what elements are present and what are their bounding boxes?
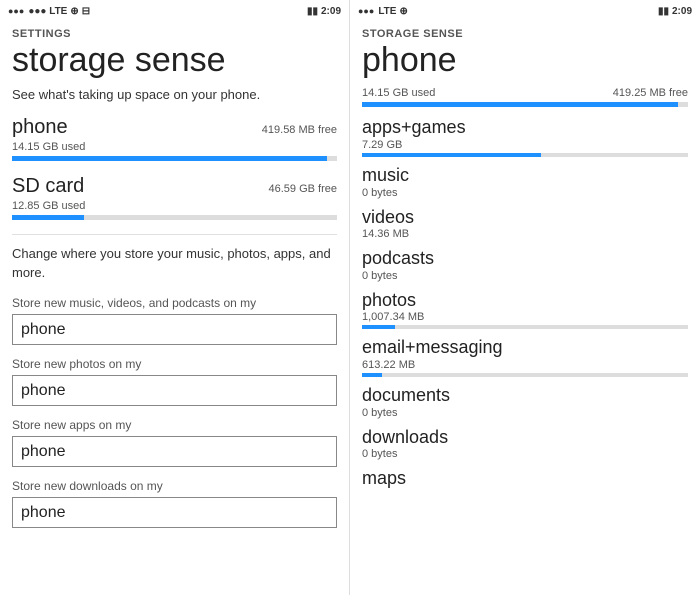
detail-item-name-2: videos bbox=[362, 207, 688, 229]
time-right: 2:09 bbox=[672, 6, 692, 17]
store-label-downloads: Store new downloads on my bbox=[12, 479, 337, 493]
status-left-left: ●●● ●●● LTE ⊕ ⊟ bbox=[8, 6, 90, 17]
battery-icon-left: ⊟ bbox=[82, 6, 90, 17]
sd-progress-bg bbox=[12, 215, 337, 220]
detail-item-name-8: maps bbox=[362, 468, 688, 490]
detail-item-bar-fill-0 bbox=[362, 153, 541, 157]
settings-label-right: STORAGE SENSE bbox=[362, 28, 688, 40]
detail-item-value-3: 0 bytes bbox=[362, 270, 688, 282]
store-selector-apps: Store new apps on my phone SD card bbox=[12, 418, 337, 467]
detail-items-container: apps+games7.29 GBmusic0 bytesvideos14.36… bbox=[362, 117, 688, 489]
detail-item-value-4: 1,007.34 MB bbox=[362, 311, 688, 323]
sd-storage-name: SD card bbox=[12, 175, 84, 198]
detail-item-bar-bg-4 bbox=[362, 325, 688, 329]
detail-item-bar-fill-4 bbox=[362, 325, 395, 329]
detail-item-value-1: 0 bytes bbox=[362, 187, 688, 199]
phone-storage-name: phone bbox=[12, 116, 68, 139]
total-bar-fill bbox=[362, 102, 678, 107]
subtitle-left: See what's taking up space on your phone… bbox=[12, 87, 337, 102]
store-select-downloads[interactable]: phone SD card bbox=[12, 497, 337, 528]
detail-item-bar-bg-5 bbox=[362, 373, 688, 377]
divider-left bbox=[12, 234, 337, 235]
page-title-right: phone bbox=[362, 42, 688, 79]
detail-item-value-2: 14.36 MB bbox=[362, 228, 688, 240]
status-bar-left: ●●● ●●● LTE ⊕ ⊟ ▮▮ 2:09 bbox=[0, 0, 349, 22]
signal-icon-right: ●●● bbox=[358, 6, 374, 16]
detail-item-name-7: downloads bbox=[362, 427, 688, 449]
phone-storage-free: 419.58 MB free bbox=[262, 124, 337, 136]
lte-label-right: LTE bbox=[378, 6, 396, 17]
store-selector-photos: Store new photos on my phone SD card bbox=[12, 357, 337, 406]
detail-item-music: music0 bytes bbox=[362, 165, 688, 199]
detail-item-bar-fill-5 bbox=[362, 373, 382, 377]
right-panel: ●●● LTE ⊕ ▮▮ 2:09 STORAGE SENSE phone 14… bbox=[350, 0, 700, 595]
phone-progress-fill bbox=[12, 156, 327, 161]
storage-header-row: 14.15 GB used 419.25 MB free bbox=[362, 87, 688, 99]
detail-item-maps: maps bbox=[362, 468, 688, 490]
wifi-icon-left: ⊕ bbox=[70, 6, 78, 17]
detail-item-podcasts: podcasts0 bytes bbox=[362, 248, 688, 282]
status-bar-right: ●●● LTE ⊕ ▮▮ 2:09 bbox=[350, 0, 700, 22]
lte-label-left: ●●● LTE bbox=[28, 6, 67, 17]
detail-item-value-0: 7.29 GB bbox=[362, 139, 688, 151]
store-select-music[interactable]: phone SD card bbox=[12, 314, 337, 345]
store-label-apps: Store new apps on my bbox=[12, 418, 337, 432]
detail-item-name-6: documents bbox=[362, 385, 688, 407]
detail-item-name-5: email+messaging bbox=[362, 337, 688, 359]
store-selector-downloads: Store new downloads on my phone SD card bbox=[12, 479, 337, 528]
page-title-left: storage sense bbox=[12, 42, 337, 79]
sd-storage-free: 46.59 GB free bbox=[269, 183, 338, 195]
phone-storage-item: phone 419.58 MB free 14.15 GB used bbox=[12, 116, 337, 161]
left-panel: ●●● ●●● LTE ⊕ ⊟ ▮▮ 2:09 SETTINGS storage… bbox=[0, 0, 350, 595]
status-right-right: ▮▮ 2:09 bbox=[658, 6, 692, 17]
battery-right-right: ▮▮ bbox=[658, 6, 669, 17]
detail-item-downloads: downloads0 bytes bbox=[362, 427, 688, 461]
sd-storage-header: SD card 46.59 GB free bbox=[12, 175, 337, 198]
sd-progress-fill bbox=[12, 215, 84, 220]
store-select-apps[interactable]: phone SD card bbox=[12, 436, 337, 467]
sd-storage-item: SD card 46.59 GB free 12.85 GB used bbox=[12, 175, 337, 220]
settings-label-left: SETTINGS bbox=[12, 28, 337, 40]
phone-storage-used: 14.15 GB used bbox=[12, 141, 337, 153]
total-used-label: 14.15 GB used bbox=[362, 87, 435, 99]
status-right-left: ▮▮ 2:09 bbox=[307, 6, 341, 17]
detail-item-documents: documents0 bytes bbox=[362, 385, 688, 419]
detail-item-bar-bg-0 bbox=[362, 153, 688, 157]
change-text: Change where you store your music, photo… bbox=[12, 245, 337, 281]
detail-item-name-4: photos bbox=[362, 290, 688, 312]
signal-icon-left: ●●● bbox=[8, 6, 24, 16]
detail-item-emailmessaging: email+messaging613.22 MB bbox=[362, 337, 688, 377]
right-panel-content: STORAGE SENSE phone 14.15 GB used 419.25… bbox=[350, 22, 700, 595]
left-panel-content: SETTINGS storage sense See what's taking… bbox=[0, 22, 349, 595]
detail-item-name-0: apps+games bbox=[362, 117, 688, 139]
store-label-music: Store new music, videos, and podcasts on… bbox=[12, 296, 337, 310]
phone-storage-header: phone 419.58 MB free bbox=[12, 116, 337, 139]
phone-progress-bg bbox=[12, 156, 337, 161]
time-left: 2:09 bbox=[321, 6, 341, 17]
store-label-photos: Store new photos on my bbox=[12, 357, 337, 371]
store-selector-music: Store new music, videos, and podcasts on… bbox=[12, 296, 337, 345]
detail-item-value-6: 0 bytes bbox=[362, 407, 688, 419]
detail-item-videos: videos14.36 MB bbox=[362, 207, 688, 241]
detail-item-appsgames: apps+games7.29 GB bbox=[362, 117, 688, 157]
detail-item-name-3: podcasts bbox=[362, 248, 688, 270]
total-free-label: 419.25 MB free bbox=[613, 87, 688, 99]
detail-item-value-7: 0 bytes bbox=[362, 448, 688, 460]
detail-item-value-5: 613.22 MB bbox=[362, 359, 688, 371]
store-select-photos[interactable]: phone SD card bbox=[12, 375, 337, 406]
wifi-icon-right: ⊕ bbox=[399, 6, 407, 17]
detail-item-name-1: music bbox=[362, 165, 688, 187]
sd-storage-used: 12.85 GB used bbox=[12, 200, 337, 212]
status-left-right: ●●● LTE ⊕ bbox=[358, 6, 408, 17]
battery-right-left: ▮▮ bbox=[307, 6, 318, 17]
total-bar-bg bbox=[362, 102, 688, 107]
detail-item-photos: photos1,007.34 MB bbox=[362, 290, 688, 330]
